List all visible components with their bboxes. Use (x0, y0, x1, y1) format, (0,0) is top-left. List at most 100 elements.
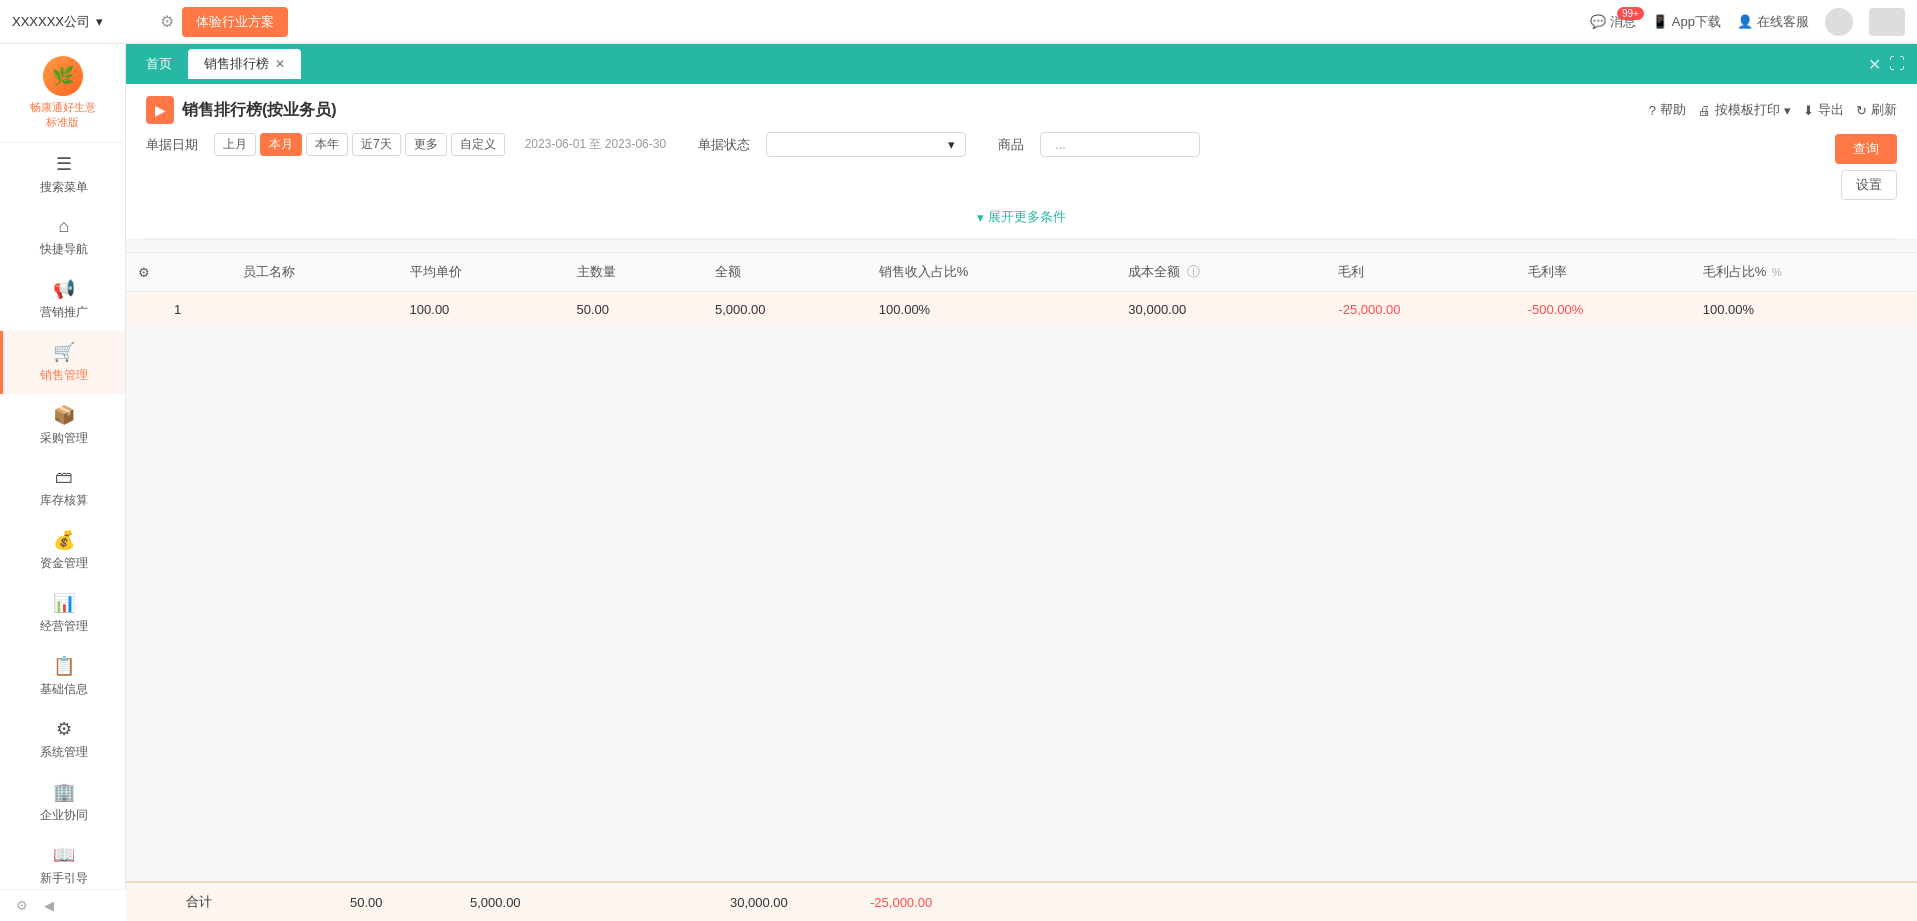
sidebar-collapse-icon[interactable]: ◀ (44, 898, 54, 913)
guide-icon: 📖 (53, 844, 75, 866)
status-selector[interactable]: ▾ (766, 132, 966, 157)
sidebar-item-label: 资金管理 (40, 555, 88, 572)
top-bar: XXXXXX公司 ▾ ⚙ 体验行业方案 💬 消息 99+ 📱 App下载 👤 在… (0, 0, 1917, 44)
app-download-label: App下载 (1672, 13, 1721, 31)
tab-sales-ranking[interactable]: 销售排行榜 ✕ (188, 49, 301, 79)
profit-pct-icon: % (1772, 266, 1782, 278)
footer-label: 合计 (138, 893, 338, 911)
col-avg-price: 平均单价 (398, 253, 565, 292)
print-chevron-icon: ▾ (1784, 103, 1791, 118)
sidebar-item-purchase[interactable]: 📦 采购管理 (0, 394, 125, 457)
date-btn-last-7days[interactable]: 近7天 (352, 133, 401, 156)
trial-button[interactable]: 体验行业方案 (182, 7, 288, 37)
date-btn-this-year[interactable]: 本年 (306, 133, 348, 156)
export-button[interactable]: ⬇ 导出 (1803, 101, 1844, 119)
sidebar-item-inventory[interactable]: 🗃 库存核算 (0, 457, 125, 519)
cost-info-icon[interactable]: ⓘ (1187, 264, 1200, 279)
sidebar-item-label: 营销推广 (40, 304, 88, 321)
company-selector[interactable]: XXXXXX公司 ▾ (12, 13, 152, 31)
filter-more-row: ▾ 展开更多条件 (146, 200, 1897, 230)
sidebar-item-finance[interactable]: 💰 资金管理 (0, 519, 125, 582)
goods-input[interactable]: ... (1040, 132, 1200, 157)
app-download-button[interactable]: 📱 App下载 (1652, 13, 1721, 31)
tab-maximize-button[interactable]: ⛶ (1889, 55, 1905, 74)
date-btn-more[interactable]: 更多 (405, 133, 447, 156)
avatar[interactable] (1825, 8, 1853, 36)
goods-label: 商品 (998, 136, 1024, 154)
app-icon: 📱 (1652, 14, 1668, 29)
sales-icon: 🛒 (53, 341, 75, 363)
help-icon: ? (1649, 103, 1656, 118)
sidebar-item-label: 新手引导 (40, 870, 88, 887)
page-content: ▶ 销售排行榜(按业务员) ? 帮助 🖨 按模板打印 ▾ (126, 84, 1917, 388)
status-chevron-icon: ▾ (948, 137, 955, 152)
date-btn-custom[interactable]: 自定义 (451, 133, 505, 156)
page-area: ▶ 销售排行榜(按业务员) ? 帮助 🖨 按模板打印 ▾ (126, 84, 1917, 921)
goods-more-icon[interactable]: ... (1055, 137, 1066, 152)
sidebar-item-marketing[interactable]: 📢 营销推广 (0, 268, 125, 331)
table-body: 1 100.00 50.00 5,000.00 100.00% 30,000.0… (126, 292, 1917, 328)
sidebar-settings-icon[interactable]: ⚙ (16, 898, 28, 913)
sidebar-item-system[interactable]: ⚙ 系统管理 (0, 708, 125, 771)
footer-profit: -25,000.00 (858, 895, 998, 910)
refresh-button[interactable]: ↻ 刷新 (1856, 101, 1897, 119)
print-button[interactable]: 🖨 按模板打印 ▾ (1698, 101, 1791, 119)
sidebar-item-label: 采购管理 (40, 430, 88, 447)
tab-bar: 首页 销售排行榜 ✕ ✕ ⛶ (126, 44, 1917, 84)
sidebar-item-sales[interactable]: 🛒 销售管理 (0, 331, 125, 394)
system-icon: ⚙ (56, 718, 72, 740)
logo-text: 畅康通好生意 标准版 (30, 100, 96, 130)
tab-sales-ranking-label: 销售排行榜 (204, 55, 269, 73)
marketing-icon: 📢 (53, 278, 75, 300)
toggle-filter-button[interactable]: ▶ (146, 96, 174, 124)
date-buttons: 上月 本月 本年 近7天 更多 自定义 (214, 133, 505, 156)
filter-row-1: 单据日期 上月 本月 本年 近7天 更多 自定义 2023-06-01 至 20… (146, 132, 1819, 157)
topbar-settings-icon[interactable]: ⚙ (160, 12, 174, 31)
sidebar-item-search[interactable]: ☰ 搜索菜单 (0, 143, 125, 206)
tab-minimize-button[interactable]: ✕ (1868, 55, 1881, 74)
sidebar-item-label: 经营管理 (40, 618, 88, 635)
sidebar-item-basic[interactable]: 📋 基础信息 (0, 645, 125, 708)
query-button[interactable]: 查询 (1835, 134, 1897, 164)
sidebar-item-label: 基础信息 (40, 681, 88, 698)
company-name: XXXXXX公司 (12, 13, 90, 31)
row-cost: 30,000.00 (1116, 292, 1326, 328)
date-label: 单据日期 (146, 136, 198, 154)
footer-amount: 5,000.00 (458, 895, 598, 910)
sidebar-item-enterprise[interactable]: 🏢 企业协同 (0, 771, 125, 834)
sidebar-item-label: 快捷导航 (40, 241, 88, 258)
col-qty: 主数量 (565, 253, 703, 292)
settings-button[interactable]: 设置 (1841, 170, 1897, 200)
table-header: ⚙ 员工名称 平均单价 主数量 (126, 253, 1917, 292)
sidebar-item-guide[interactable]: 📖 新手引导 (0, 834, 125, 897)
top-bar-left: XXXXXX公司 ▾ ⚙ 体验行业方案 (12, 7, 1590, 37)
messages-button[interactable]: 💬 消息 99+ (1590, 13, 1636, 31)
data-table: ⚙ 员工名称 平均单价 主数量 (126, 252, 1917, 328)
col-settings[interactable]: ⚙ (126, 253, 162, 292)
basic-icon: 📋 (53, 655, 75, 677)
help-button[interactable]: ? 帮助 (1649, 101, 1686, 119)
filter-main: 单据日期 上月 本月 本年 近7天 更多 自定义 2023-06-01 至 20… (146, 132, 1819, 157)
col-amount: 全额 (703, 253, 867, 292)
tab-close-icon[interactable]: ✕ (275, 57, 285, 71)
operations-icon: 📊 (53, 592, 75, 614)
sidebar-item-operations[interactable]: 📊 经营管理 (0, 582, 125, 645)
status-label: 单据状态 (698, 136, 750, 154)
sidebar: 🌿 畅康通好生意 标准版 ☰ 搜索菜单 ⌂ 快捷导航 📢 营销推广 🛒 销售管理… (0, 44, 126, 921)
main-content: 首页 销售排行榜 ✕ ✕ ⛶ ▶ 销售排行榜(按业务员) (126, 44, 1917, 921)
message-icon: 💬 (1590, 14, 1606, 29)
refresh-icon: ↻ (1856, 103, 1867, 118)
row-profit-rate: -500.00% (1516, 292, 1691, 328)
user-menu[interactable] (1869, 8, 1905, 36)
purchase-icon: 📦 (53, 404, 75, 426)
sidebar-item-label: 销售管理 (40, 367, 88, 384)
tab-home[interactable]: 首页 (130, 49, 188, 79)
tab-home-label: 首页 (146, 55, 172, 73)
footer-qty: 50.00 (338, 895, 458, 910)
sidebar-item-label: 系统管理 (40, 744, 88, 761)
expand-more-button[interactable]: ▾ 展开更多条件 (977, 208, 1066, 226)
date-btn-this-month[interactable]: 本月 (260, 133, 302, 156)
sidebar-item-shortcut[interactable]: ⌂ 快捷导航 (0, 206, 125, 268)
date-btn-last-month[interactable]: 上月 (214, 133, 256, 156)
online-service-button[interactable]: 👤 在线客服 (1737, 13, 1809, 31)
